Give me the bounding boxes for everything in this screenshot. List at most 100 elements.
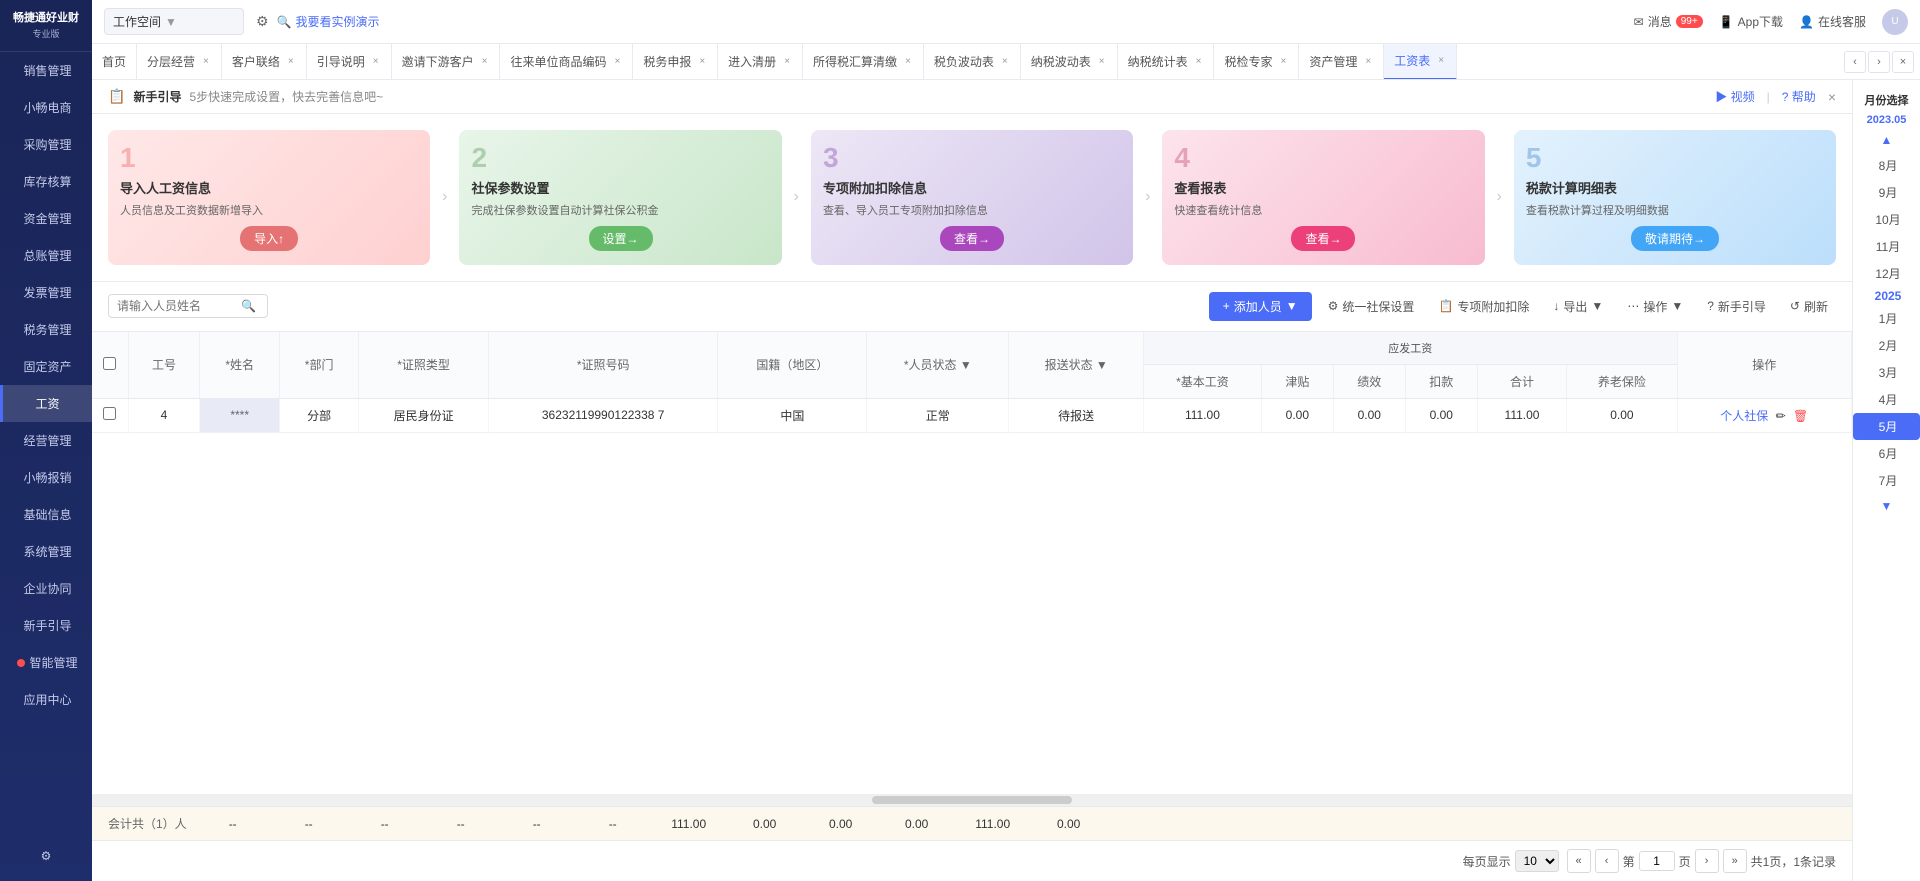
tab-invite-close[interactable]: × xyxy=(480,55,490,68)
scrollbar-thumb[interactable] xyxy=(872,796,1072,804)
sidebar-item-operations[interactable]: 经营管理 xyxy=(0,422,92,459)
sidebar-item-sales[interactable]: 销售管理 xyxy=(0,52,92,89)
month-item-5[interactable]: 5月 xyxy=(1853,413,1920,440)
page-input[interactable] xyxy=(1639,851,1675,871)
month-item-11[interactable]: 11月 xyxy=(1853,233,1920,260)
export-button[interactable]: ↓ 导出 ▼ xyxy=(1545,294,1611,319)
month-item-8[interactable]: 8月 xyxy=(1853,152,1920,179)
settings-icon[interactable]: ⚙ xyxy=(256,13,269,30)
horizontal-scrollbar[interactable] xyxy=(92,794,1852,806)
tab-income-tax-close[interactable]: × xyxy=(903,55,913,68)
sidebar-item-marketing[interactable]: 小畅报销 xyxy=(0,459,92,496)
first-page-button[interactable]: « xyxy=(1567,849,1591,873)
tab-layered-ops-close[interactable]: × xyxy=(201,55,211,68)
tab-payroll[interactable]: 工资表 × xyxy=(1384,44,1457,80)
tab-tax-fluctuation[interactable]: 纳税波动表 × xyxy=(1021,44,1118,80)
month-item-1[interactable]: 1月 xyxy=(1853,305,1920,332)
user-avatar[interactable]: U xyxy=(1882,9,1908,35)
tab-scroll-right[interactable]: › xyxy=(1868,51,1890,73)
tab-product-code[interactable]: 往来单位商品编码 × xyxy=(500,44,633,80)
add-person-button[interactable]: + 添加人员 ▼ xyxy=(1209,292,1312,321)
sidebar-item-smart[interactable]: 智能管理 xyxy=(0,644,92,681)
special-deduction-button[interactable]: 📋 专项附加扣除 xyxy=(1430,294,1537,319)
tab-guide-desc[interactable]: 引导说明 × xyxy=(307,44,392,80)
tab-clearance[interactable]: 进入清册 × xyxy=(718,44,803,80)
search-wrap[interactable]: 🔍 xyxy=(108,294,268,318)
tab-tax-burden[interactable]: 税负波动表 × xyxy=(924,44,1021,80)
month-item-6[interactable]: 6月 xyxy=(1853,440,1920,467)
refresh-button[interactable]: ↺ 刷新 xyxy=(1782,294,1836,319)
unified-social-security-button[interactable]: ⚙ 统一社保设置 xyxy=(1320,294,1423,319)
sidebar-item-cooperation[interactable]: 企业协同 xyxy=(0,570,92,607)
sidebar-settings-button[interactable]: ⚙ xyxy=(0,839,92,873)
per-page-select[interactable]: 10 20 50 xyxy=(1515,850,1559,872)
operations-button[interactable]: ⋯ 操作 ▼ xyxy=(1619,294,1691,319)
row-personal-social-security-link[interactable]: 个人社保 xyxy=(1720,409,1768,423)
month-item-2[interactable]: 2月 xyxy=(1853,332,1920,359)
sidebar-item-basic[interactable]: 基础信息 xyxy=(0,496,92,533)
step-4-btn[interactable]: 查看→ xyxy=(1291,226,1355,251)
guide-close-button[interactable]: × xyxy=(1828,89,1836,105)
sidebar-item-payroll[interactable]: 工资 xyxy=(0,385,92,422)
search-input[interactable] xyxy=(117,299,237,313)
tab-guide-desc-close[interactable]: × xyxy=(371,55,381,68)
tab-close-all[interactable]: × xyxy=(1892,51,1914,73)
tab-tax-expert-close[interactable]: × xyxy=(1278,55,1288,68)
month-item-10[interactable]: 10月 xyxy=(1853,206,1920,233)
month-item-3[interactable]: 3月 xyxy=(1853,359,1920,386)
guide-help-link[interactable]: ? 帮助 xyxy=(1782,88,1816,105)
prev-page-button[interactable]: ‹ xyxy=(1595,849,1619,873)
tab-asset-mgmt-close[interactable]: × xyxy=(1363,55,1373,68)
step-5-btn[interactable]: 敬请期待→ xyxy=(1631,226,1719,251)
workspace-selector[interactable]: 工作空间 ▼ xyxy=(104,8,244,35)
sidebar-item-ecommerce[interactable]: 小畅电商 xyxy=(0,89,92,126)
month-item-7[interactable]: 7月 xyxy=(1853,467,1920,494)
tab-invite[interactable]: 邀请下游客户 × xyxy=(392,44,501,80)
sidebar-item-tax[interactable]: 税务管理 xyxy=(0,311,92,348)
sidebar-item-system[interactable]: 系统管理 xyxy=(0,533,92,570)
row-edit-icon[interactable]: ✏ xyxy=(1776,409,1786,423)
tab-tax-return[interactable]: 税务申报 × xyxy=(633,44,718,80)
tab-scroll-left[interactable]: ‹ xyxy=(1844,51,1866,73)
row-delete-icon[interactable]: 🗑 xyxy=(1793,409,1808,423)
tab-tax-return-close[interactable]: × xyxy=(697,55,707,68)
demo-link[interactable]: 🔍 我要看实例演示 xyxy=(277,13,380,30)
tab-tax-expert[interactable]: 税检专家 × xyxy=(1214,44,1299,80)
tab-home[interactable]: 首页 xyxy=(92,44,137,80)
sidebar-item-assets[interactable]: 固定资产 xyxy=(0,348,92,385)
sidebar-item-inventory[interactable]: 库存核算 xyxy=(0,163,92,200)
tab-payroll-close[interactable]: × xyxy=(1436,54,1446,67)
last-page-button[interactable]: » xyxy=(1723,849,1747,873)
app-download-button[interactable]: 📱 App下载 xyxy=(1719,13,1783,30)
tab-product-code-close[interactable]: × xyxy=(612,55,622,68)
next-page-button[interactable]: › xyxy=(1695,849,1719,873)
tab-tax-stats-close[interactable]: × xyxy=(1194,55,1204,68)
step-1-btn[interactable]: 导入↑ xyxy=(240,226,298,251)
tab-asset-mgmt[interactable]: 资产管理 × xyxy=(1299,44,1384,80)
tab-tax-burden-close[interactable]: × xyxy=(1000,55,1010,68)
month-item-12[interactable]: 12月 xyxy=(1853,260,1920,287)
tab-income-tax[interactable]: 所得税汇算清缴 × xyxy=(803,44,924,80)
tab-tax-fluctuation-close[interactable]: × xyxy=(1097,55,1107,68)
select-all-checkbox[interactable] xyxy=(103,357,116,370)
step-3-btn[interactable]: 查看→ xyxy=(940,226,1004,251)
sidebar-item-ledger[interactable]: 总账管理 xyxy=(0,237,92,274)
month-item-9[interactable]: 9月 xyxy=(1853,179,1920,206)
tab-tax-stats[interactable]: 纳税统计表 × xyxy=(1118,44,1215,80)
tab-customer-close[interactable]: × xyxy=(286,55,296,68)
sidebar-item-appcenter[interactable]: 应用中心 xyxy=(0,681,92,718)
tab-clearance-close[interactable]: × xyxy=(782,55,792,68)
step-2-btn[interactable]: 设置→ xyxy=(589,226,653,251)
sidebar-item-purchase[interactable]: 采购管理 xyxy=(0,126,92,163)
sidebar-item-guide[interactable]: 新手引导 xyxy=(0,607,92,644)
sidebar-item-invoice[interactable]: 发票管理 xyxy=(0,274,92,311)
month-nav-up[interactable]: ▲ xyxy=(1877,130,1897,150)
online-service-button[interactable]: 👤 在线客服 xyxy=(1799,13,1866,30)
row-checkbox[interactable] xyxy=(103,407,116,420)
message-button[interactable]: ✉ 消息 99+ xyxy=(1634,13,1703,30)
guide-video-link[interactable]: ▶ 视频 xyxy=(1715,88,1754,105)
tab-customer[interactable]: 客户联络 × xyxy=(222,44,307,80)
guide-button-table[interactable]: ? 新手引导 xyxy=(1699,294,1774,319)
sidebar-item-capital[interactable]: 资金管理 xyxy=(0,200,92,237)
tab-layered-ops[interactable]: 分层经营 × xyxy=(137,44,222,80)
